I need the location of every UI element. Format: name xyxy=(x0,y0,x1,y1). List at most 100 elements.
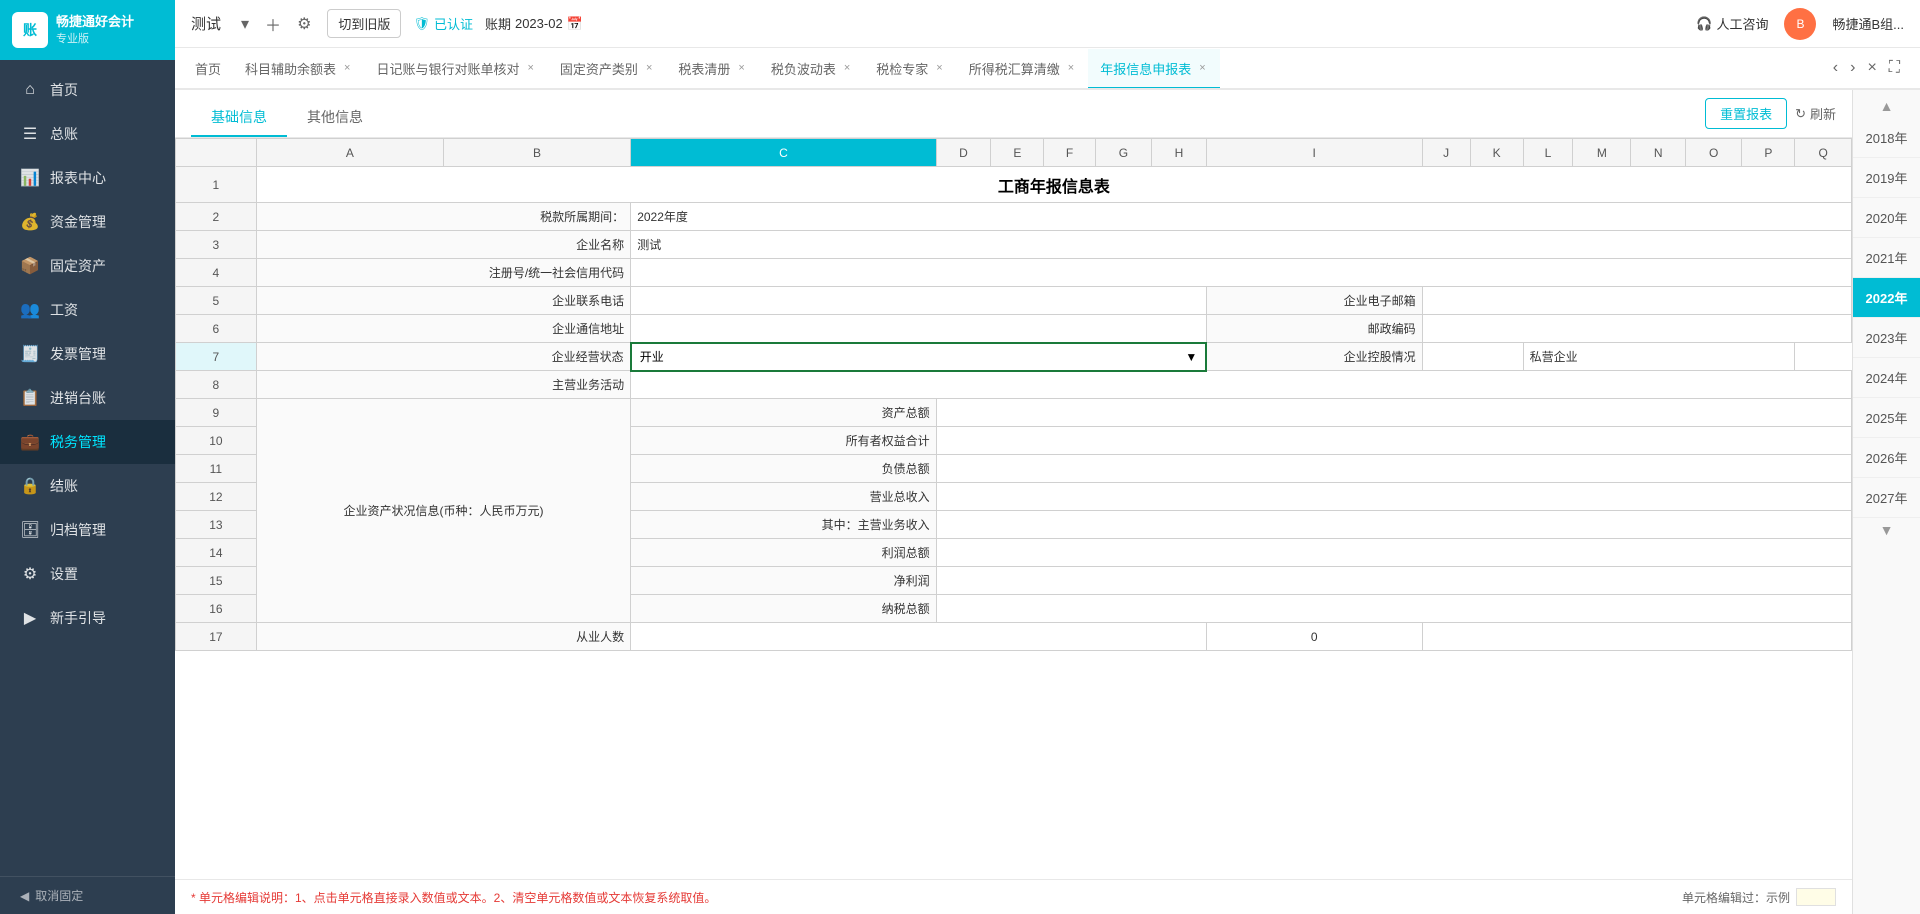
col-header-k[interactable]: K xyxy=(1470,139,1523,167)
tab-aux-balance[interactable]: 科目辅助余额表 × xyxy=(233,49,364,89)
sidebar-item-home[interactable]: ⌂ 首页 xyxy=(0,68,175,112)
year-item-2026[interactable]: 2026年 xyxy=(1853,438,1920,478)
support-button[interactable]: 🎧 人工咨询 xyxy=(1696,14,1768,33)
sidebar-item-settings[interactable]: ⚙ 设置 xyxy=(0,552,175,596)
add-button[interactable]: ＋ xyxy=(261,8,285,40)
tab-close-all-button[interactable]: × xyxy=(1863,55,1880,81)
tab-close-icon[interactable]: × xyxy=(525,60,535,76)
value-cell[interactable] xyxy=(936,567,1851,595)
sidebar-item-payroll[interactable]: 👥 工资 xyxy=(0,288,175,332)
row-num: 9 xyxy=(176,399,257,427)
sidebar-item-ledger[interactable]: ☰ 总账 xyxy=(0,112,175,156)
col-header-q[interactable]: Q xyxy=(1795,139,1852,167)
col-header-l[interactable]: L xyxy=(1523,139,1573,167)
value-cell[interactable] xyxy=(1422,343,1523,371)
value-cell[interactable]: 私营企业 xyxy=(1523,343,1795,371)
col-header-a[interactable]: A xyxy=(256,139,443,167)
tab-close-icon[interactable]: × xyxy=(1066,60,1076,76)
user-avatar[interactable]: B xyxy=(1784,8,1816,40)
collapse-button[interactable]: ◀ 取消固定 xyxy=(0,876,175,914)
value-cell[interactable] xyxy=(936,539,1851,567)
tab-income-tax[interactable]: 所得税汇算清缴 × xyxy=(957,49,1088,89)
subtab-basic[interactable]: 基础信息 xyxy=(191,99,287,137)
value-cell[interactable] xyxy=(631,371,1852,399)
year-down-button[interactable]: ▼ xyxy=(1853,518,1920,542)
tab-annual-report[interactable]: 年报信息申报表 × xyxy=(1088,49,1219,89)
tab-tax-wave[interactable]: 税负波动表 × xyxy=(759,49,864,89)
tab-close-icon[interactable]: × xyxy=(736,60,746,76)
value-cell[interactable] xyxy=(631,287,1207,315)
col-header-g[interactable]: G xyxy=(1095,139,1151,167)
switch-old-version-button[interactable]: 切到旧版 xyxy=(327,9,401,38)
tab-close-icon[interactable]: × xyxy=(342,60,352,76)
year-item-2019[interactable]: 2019年 xyxy=(1853,158,1920,198)
tab-close-icon[interactable]: × xyxy=(934,60,944,76)
year-item-2021[interactable]: 2021年 xyxy=(1853,238,1920,278)
value-cell[interactable] xyxy=(936,511,1851,539)
value-cell[interactable] xyxy=(936,399,1851,427)
calendar-icon[interactable]: 📅 xyxy=(567,16,583,32)
value-cell[interactable] xyxy=(936,483,1851,511)
tab-fixed-asset-type[interactable]: 固定资产类别 × xyxy=(548,49,666,89)
tab-home[interactable]: 首页 xyxy=(183,49,233,89)
tab-prev-button[interactable]: ‹ xyxy=(1829,55,1842,81)
value-cell[interactable] xyxy=(1422,287,1851,315)
year-item-2020[interactable]: 2020年 xyxy=(1853,198,1920,238)
dropdown-arrow-icon[interactable]: ▼ xyxy=(1185,350,1197,364)
year-item-2027[interactable]: 2027年 xyxy=(1853,478,1920,518)
col-header-e[interactable]: E xyxy=(991,139,1044,167)
value-cell[interactable] xyxy=(1422,315,1851,343)
sidebar-item-tax[interactable]: 💼 税务管理 xyxy=(0,420,175,464)
col-header-c[interactable]: C xyxy=(631,139,936,167)
col-header-h[interactable]: H xyxy=(1152,139,1207,167)
value-cell[interactable] xyxy=(631,259,1852,287)
value-cell[interactable] xyxy=(631,623,1207,651)
spreadsheet-wrapper[interactable]: A B C D E F G H I J K L M xyxy=(175,138,1852,879)
year-item-2024[interactable]: 2024年 xyxy=(1853,358,1920,398)
tab-expand-button[interactable]: ⛶ xyxy=(1885,55,1904,81)
year-item-2025[interactable]: 2025年 xyxy=(1853,398,1920,438)
year-item-2022[interactable]: 2022年 xyxy=(1853,278,1920,318)
col-header-f[interactable]: F xyxy=(1044,139,1095,167)
value-cell[interactable] xyxy=(936,427,1851,455)
sidebar-item-inventory[interactable]: 📋 进销台账 xyxy=(0,376,175,420)
subtab-other[interactable]: 其他信息 xyxy=(287,99,383,137)
sidebar-item-reports[interactable]: 📊 报表中心 xyxy=(0,156,175,200)
sidebar-item-archive[interactable]: 🗄 归档管理 xyxy=(0,508,175,552)
col-header-p[interactable]: P xyxy=(1742,139,1795,167)
value-cell[interactable]: 2022年度 xyxy=(631,203,1852,231)
col-header-b[interactable]: B xyxy=(443,139,630,167)
col-header-d[interactable]: D xyxy=(936,139,991,167)
sidebar-item-guide[interactable]: ▶ 新手引导 xyxy=(0,596,175,640)
value-cell[interactable] xyxy=(631,315,1207,343)
tab-next-button[interactable]: › xyxy=(1846,55,1859,81)
value-cell[interactable]: 测试 xyxy=(631,231,1852,259)
tab-tax-expert[interactable]: 税检专家 × xyxy=(864,49,956,89)
tab-journal[interactable]: 日记账与银行对账单核对 × xyxy=(364,49,547,89)
col-header-m[interactable]: M xyxy=(1573,139,1631,167)
tab-close-icon[interactable]: × xyxy=(842,60,852,76)
reset-button[interactable]: 重置报表 xyxy=(1705,98,1787,129)
value-cell[interactable]: 0 xyxy=(1206,623,1422,651)
dropdown-arrow-button[interactable]: ▾ xyxy=(237,10,253,38)
value-cell[interactable] xyxy=(936,595,1851,623)
settings-button[interactable]: ⚙ xyxy=(293,10,315,38)
sidebar-item-assets[interactable]: 📦 固定资产 xyxy=(0,244,175,288)
year-item-2023[interactable]: 2023年 xyxy=(1853,318,1920,358)
tab-tax-schedule[interactable]: 税表清册 × xyxy=(666,49,758,89)
value-cell[interactable] xyxy=(1422,623,1851,651)
year-up-button[interactable]: ▲ xyxy=(1853,94,1920,118)
tab-close-icon[interactable]: × xyxy=(1197,60,1207,76)
col-header-j[interactable]: J xyxy=(1422,139,1470,167)
value-cell[interactable] xyxy=(936,455,1851,483)
col-header-i[interactable]: I xyxy=(1206,139,1422,167)
sidebar-item-invoice[interactable]: 🧾 发票管理 xyxy=(0,332,175,376)
tab-close-icon[interactable]: × xyxy=(644,60,654,76)
sidebar-item-funds[interactable]: 💰 资金管理 xyxy=(0,200,175,244)
year-item-2018[interactable]: 2018年 xyxy=(1853,118,1920,158)
sidebar-item-closing[interactable]: 🔒 结账 xyxy=(0,464,175,508)
dropdown-cell[interactable]: 开业 ▼ xyxy=(631,343,1207,371)
refresh-button[interactable]: ↻ 刷新 xyxy=(1795,104,1836,123)
col-header-n[interactable]: N xyxy=(1631,139,1686,167)
col-header-o[interactable]: O xyxy=(1686,139,1742,167)
